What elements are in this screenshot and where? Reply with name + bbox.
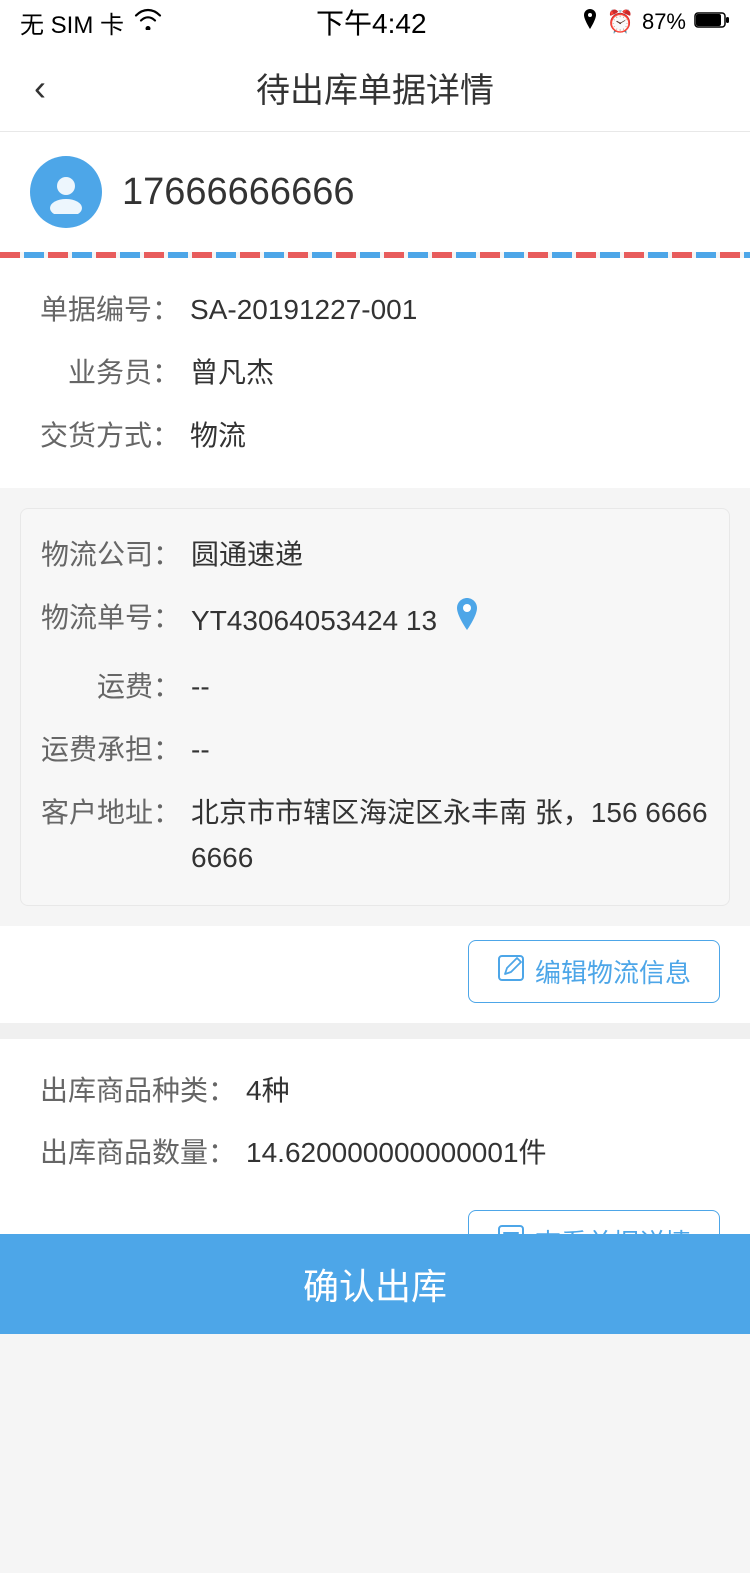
order-no-value: SA-20191227-001 — [190, 288, 710, 333]
status-left: 无 SIM 卡 — [20, 5, 162, 40]
confirm-button[interactable]: 确认出库 — [0, 1234, 750, 1334]
freight-bearer-label: 运费承担： — [41, 728, 181, 773]
order-info-section: 单据编号： SA-20191227-001 业务员： 曾凡杰 交货方式： 物流 — [0, 258, 750, 488]
product-quantity-label: 出库商品数量： — [40, 1131, 236, 1176]
product-section: 出库商品种类： 4种 出库商品数量： 14.620000000000001件 — [0, 1039, 750, 1197]
customer-avatar — [30, 156, 102, 228]
salesperson-row: 业务员： 曾凡杰 — [40, 351, 710, 396]
logistics-company-row: 物流公司： 圆通速递 — [41, 533, 709, 578]
location-status-icon — [581, 8, 599, 36]
order-no-label: 单据编号： — [40, 288, 180, 333]
alarm-icon: ⏰ — [607, 9, 634, 35]
product-quantity-value: 14.620000000000001件 — [246, 1131, 710, 1176]
sim-label: 无 SIM 卡 — [20, 5, 124, 40]
battery-label: 87% — [642, 9, 686, 35]
edit-logistics-button[interactable]: 编辑物流信息 — [468, 940, 720, 1003]
back-button[interactable]: ‹ — [24, 57, 56, 119]
tracking-no-label: 物流单号： — [41, 596, 181, 641]
customer-header: 17666666666 — [0, 132, 750, 252]
freight-value: -- — [191, 665, 709, 710]
customer-phone: 17666666666 — [122, 171, 354, 214]
tracking-no-value: YT43064053424 13 — [191, 596, 709, 647]
page-title: 待出库单据详情 — [256, 63, 494, 112]
address-label: 客户地址： — [41, 791, 181, 836]
product-type-row: 出库商品种类： 4种 — [40, 1069, 710, 1114]
status-bar: 无 SIM 卡 下午4:42 ⏰ 87% — [0, 0, 750, 44]
delivery-method-value: 物流 — [190, 414, 710, 459]
freight-row: 运费： -- — [41, 665, 709, 710]
empty-space — [0, 1293, 750, 1573]
logistics-company-label: 物流公司： — [41, 533, 181, 578]
logistics-section: 物流公司： 圆通速递 物流单号： YT43064053424 13 运费： --… — [20, 508, 730, 905]
delivery-method-label: 交货方式： — [40, 414, 180, 459]
nav-bar: ‹ 待出库单据详情 — [0, 44, 750, 132]
salesperson-value: 曾凡杰 — [190, 351, 710, 396]
address-row: 客户地址： 北京市市辖区海淀区永丰南 张，156 6666 6666 — [41, 791, 709, 881]
edit-btn-row: 编辑物流信息 — [0, 926, 750, 1023]
status-time: 下午4:42 — [316, 2, 427, 42]
tracking-location-icon[interactable] — [451, 596, 483, 647]
salesperson-label: 业务员： — [40, 351, 180, 396]
freight-bearer-value: -- — [191, 728, 709, 773]
section-separator — [0, 1023, 750, 1039]
battery-icon — [694, 9, 730, 35]
status-right: ⏰ 87% — [581, 8, 730, 36]
logistics-company-value: 圆通速递 — [191, 533, 709, 578]
product-type-label: 出库商品种类： — [40, 1069, 236, 1114]
edit-icon — [497, 954, 525, 989]
freight-label: 运费： — [41, 665, 181, 710]
order-no-row: 单据编号： SA-20191227-001 — [40, 288, 710, 333]
delivery-method-row: 交货方式： 物流 — [40, 414, 710, 459]
wifi-icon — [134, 8, 162, 37]
product-type-value: 4种 — [246, 1069, 710, 1114]
address-value: 北京市市辖区海淀区永丰南 张，156 6666 6666 — [191, 791, 709, 881]
freight-bearer-row: 运费承担： -- — [41, 728, 709, 773]
product-quantity-row: 出库商品数量： 14.620000000000001件 — [40, 1131, 710, 1176]
tracking-no-row: 物流单号： YT43064053424 13 — [41, 596, 709, 647]
